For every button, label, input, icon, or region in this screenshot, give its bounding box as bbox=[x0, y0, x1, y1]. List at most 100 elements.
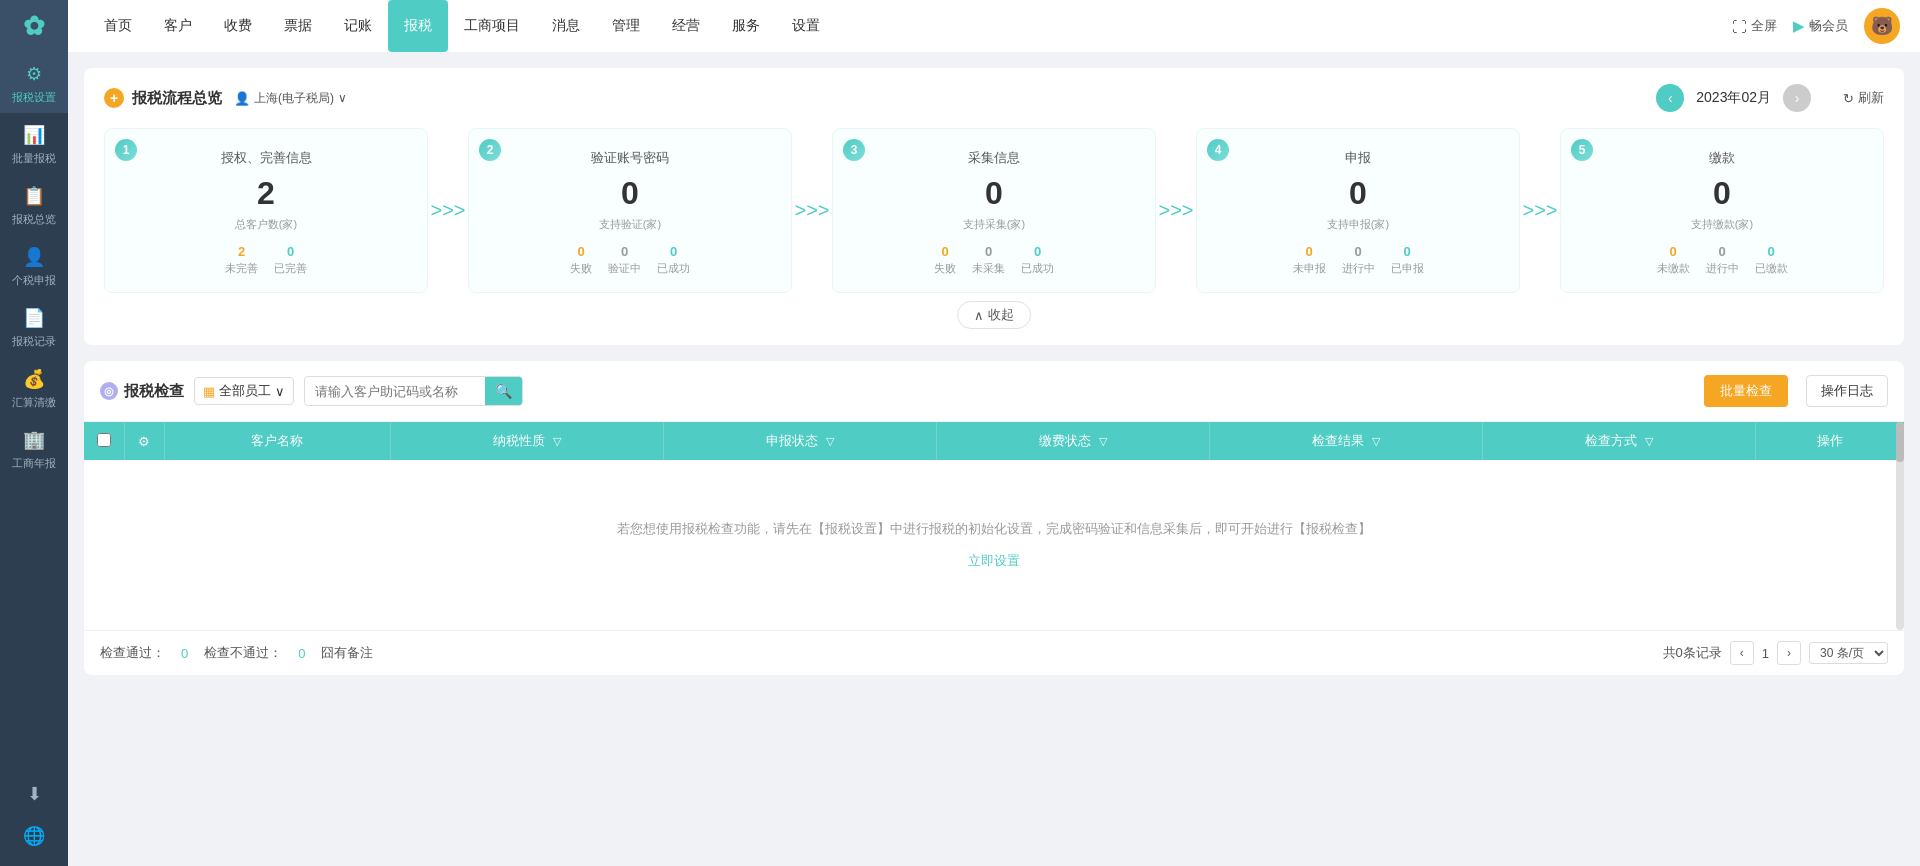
select-all-checkbox[interactable] bbox=[97, 433, 111, 447]
sidebar-item-jilu[interactable]: 📄 报税记录 bbox=[0, 296, 68, 357]
search-input[interactable] bbox=[305, 379, 485, 404]
nav-settings[interactable]: 设置 bbox=[776, 0, 836, 52]
nav-business[interactable]: 工商项目 bbox=[448, 0, 536, 52]
sidebar-item-label: 工商年报 bbox=[12, 456, 56, 471]
refresh-icon: ↻ bbox=[1843, 91, 1854, 106]
stat-item: 0 验证中 bbox=[608, 244, 641, 276]
nav-service[interactable]: 服务 bbox=[716, 0, 776, 52]
stat-item: 0 已成功 bbox=[657, 244, 690, 276]
nav-customer[interactable]: 客户 bbox=[148, 0, 208, 52]
step-stats-4: 0 未申报 0 进行中 0 已申报 bbox=[1213, 244, 1503, 276]
note-label: 囧有备注 bbox=[321, 644, 373, 662]
step-stats-5: 0 未缴款 0 进行中 0 已缴款 bbox=[1577, 244, 1867, 276]
flow-overview-title: 报税流程总览 bbox=[132, 89, 222, 108]
step-subtitle-1: 总客户数(家) bbox=[121, 217, 411, 232]
prev-month-btn[interactable]: ‹ bbox=[1656, 84, 1684, 112]
stat-label-fail: 未完善 bbox=[225, 261, 258, 276]
stat-label-done: 已申报 bbox=[1391, 261, 1424, 276]
search-box: 🔍 bbox=[304, 376, 523, 406]
personal-tax-icon: 👤 bbox=[22, 245, 46, 269]
th-declare-label: 申报状态 bbox=[766, 433, 818, 448]
collapse-btn[interactable]: ∧ 收起 bbox=[957, 301, 1031, 329]
staff-filter[interactable]: ▦ 全部员工 ∨ bbox=[194, 377, 294, 405]
th-filter-icon[interactable]: ▽ bbox=[1645, 435, 1653, 447]
th-filter-icon[interactable]: ▽ bbox=[1372, 435, 1380, 447]
op-log-button[interactable]: 操作日志 bbox=[1806, 375, 1888, 407]
download-icon: ⬇ bbox=[22, 782, 46, 806]
next-month-btn[interactable]: › bbox=[1783, 84, 1811, 112]
step-subtitle-4: 支持申报(家) bbox=[1213, 217, 1503, 232]
collapse-icon: ∧ bbox=[974, 308, 984, 323]
batch-check-button[interactable]: 批量检查 bbox=[1704, 375, 1788, 407]
stat-num-fail: 0 bbox=[577, 244, 584, 259]
refresh-btn[interactable]: ↻ 刷新 bbox=[1843, 89, 1884, 107]
nav-message[interactable]: 消息 bbox=[536, 0, 596, 52]
step-subtitle-2: 支持验证(家) bbox=[485, 217, 775, 232]
flow-overview-card: + 报税流程总览 👤 上海(电子税局) ∨ ‹ 2023年02月 › ↻ 刷新 bbox=[84, 68, 1904, 345]
vertical-scrollbar[interactable] bbox=[1896, 422, 1904, 630]
location-badge[interactable]: 👤 上海(电子税局) ∨ bbox=[234, 90, 347, 107]
sidebar-download-btn[interactable]: ⬇ bbox=[0, 772, 68, 814]
settings-icon[interactable]: ⚙ bbox=[138, 434, 150, 449]
step-title-3: 采集信息 bbox=[849, 149, 1139, 167]
check-pass-value[interactable]: 0 bbox=[181, 646, 188, 661]
fullscreen-btn[interactable]: ⛶ 全屏 bbox=[1732, 17, 1777, 35]
stat-label-mid: 进行中 bbox=[1706, 261, 1739, 276]
sidebar-global-btn[interactable]: 🌐 bbox=[0, 814, 68, 856]
th-filter-icon[interactable]: ▽ bbox=[826, 435, 834, 447]
nav-fees[interactable]: 收费 bbox=[208, 0, 268, 52]
th-settings: ⚙ bbox=[124, 422, 164, 460]
step-title-4: 申报 bbox=[1213, 149, 1503, 167]
th-filter-icon[interactable]: ▽ bbox=[553, 435, 561, 447]
stat-label-done: 已成功 bbox=[657, 261, 690, 276]
top-nav: 首页 客户 收费 票据 记账 报税 工商项目 消息 管理 经营 服务 设置 ⛶ … bbox=[68, 0, 1920, 52]
per-page-select[interactable]: 30 条/页 bbox=[1809, 642, 1888, 664]
stat-item: 2 未完善 bbox=[225, 244, 258, 276]
tax-settings-icon: ⚙ bbox=[22, 62, 46, 86]
th-check-method-label: 检查方式 bbox=[1585, 433, 1637, 448]
th-filter-icon[interactable]: ▽ bbox=[1099, 435, 1107, 447]
sidebar-item-gongshangnianbaoo[interactable]: 🏢 工商年报 bbox=[0, 418, 68, 479]
flow-step-5: 5 缴款 0 支持缴款(家) 0 未缴款 0 进行中 bbox=[1560, 128, 1884, 293]
nav-home[interactable]: 首页 bbox=[88, 0, 148, 52]
sidebar-item-huisuan[interactable]: 💰 汇算清缴 bbox=[0, 357, 68, 418]
prev-page-btn[interactable]: ‹ bbox=[1730, 641, 1754, 665]
nav-operation[interactable]: 经营 bbox=[656, 0, 716, 52]
stat-label-mid: 验证中 bbox=[608, 261, 641, 276]
nav-manage[interactable]: 管理 bbox=[596, 0, 656, 52]
stat-label-mid: 进行中 bbox=[1342, 261, 1375, 276]
stat-label-done: 已缴款 bbox=[1755, 261, 1788, 276]
scrollbar-thumb[interactable] bbox=[1896, 422, 1904, 462]
next-page-btn[interactable]: › bbox=[1777, 641, 1801, 665]
nav-tax[interactable]: 报税 bbox=[388, 0, 448, 52]
stat-num-done: 0 bbox=[670, 244, 677, 259]
sidebar-item-baoshuishezhi[interactable]: ⚙ 报税设置 bbox=[0, 52, 68, 113]
step-title-5: 缴款 bbox=[1577, 149, 1867, 167]
sidebar-item-label: 报税记录 bbox=[12, 334, 56, 349]
sidebar-item-zonglan[interactable]: 📋 报税总览 bbox=[0, 174, 68, 235]
nav-bookkeeping[interactable]: 记账 bbox=[328, 0, 388, 52]
setup-link[interactable]: 立即设置 bbox=[968, 553, 1020, 568]
check-fail-value[interactable]: 0 bbox=[298, 646, 305, 661]
flow-step-1: 1 授权、完善信息 2 总客户数(家) 2 未完善 0 已完善 bbox=[104, 128, 428, 293]
stat-item: 0 进行中 bbox=[1342, 244, 1375, 276]
check-title: ◎ 报税检查 bbox=[100, 382, 184, 401]
member-btn[interactable]: ▶ 畅会员 bbox=[1793, 17, 1848, 35]
step-num-5: 5 bbox=[1571, 139, 1593, 161]
sidebar-item-piliang[interactable]: 📊 批量报税 bbox=[0, 113, 68, 174]
user-avatar[interactable]: 🐻 bbox=[1864, 8, 1900, 44]
sidebar-item-geshui[interactable]: 👤 个税申报 bbox=[0, 235, 68, 296]
th-tax-type: 纳税性质 ▽ bbox=[391, 422, 664, 460]
main-wrapper: 首页 客户 收费 票据 记账 报税 工商项目 消息 管理 经营 服务 设置 ⛶ … bbox=[68, 0, 1920, 866]
th-check-method: 检查方式 ▽ bbox=[1482, 422, 1755, 460]
stat-num-done: 0 bbox=[1034, 244, 1041, 259]
tax-check-title-text: 报税检查 bbox=[124, 382, 184, 401]
step-arrow-1: >>> bbox=[428, 128, 468, 293]
collapse-row: ∧ 收起 bbox=[104, 301, 1884, 329]
app-logo: ✿ bbox=[0, 0, 68, 52]
search-button[interactable]: 🔍 bbox=[485, 377, 522, 405]
th-customer-label: 客户名称 bbox=[251, 433, 303, 448]
batch-tax-icon: 📊 bbox=[22, 123, 46, 147]
nav-invoice[interactable]: 票据 bbox=[268, 0, 328, 52]
tax-check-card: ◎ 报税检查 ▦ 全部员工 ∨ 🔍 批量检查 操作日志 bbox=[84, 361, 1904, 675]
